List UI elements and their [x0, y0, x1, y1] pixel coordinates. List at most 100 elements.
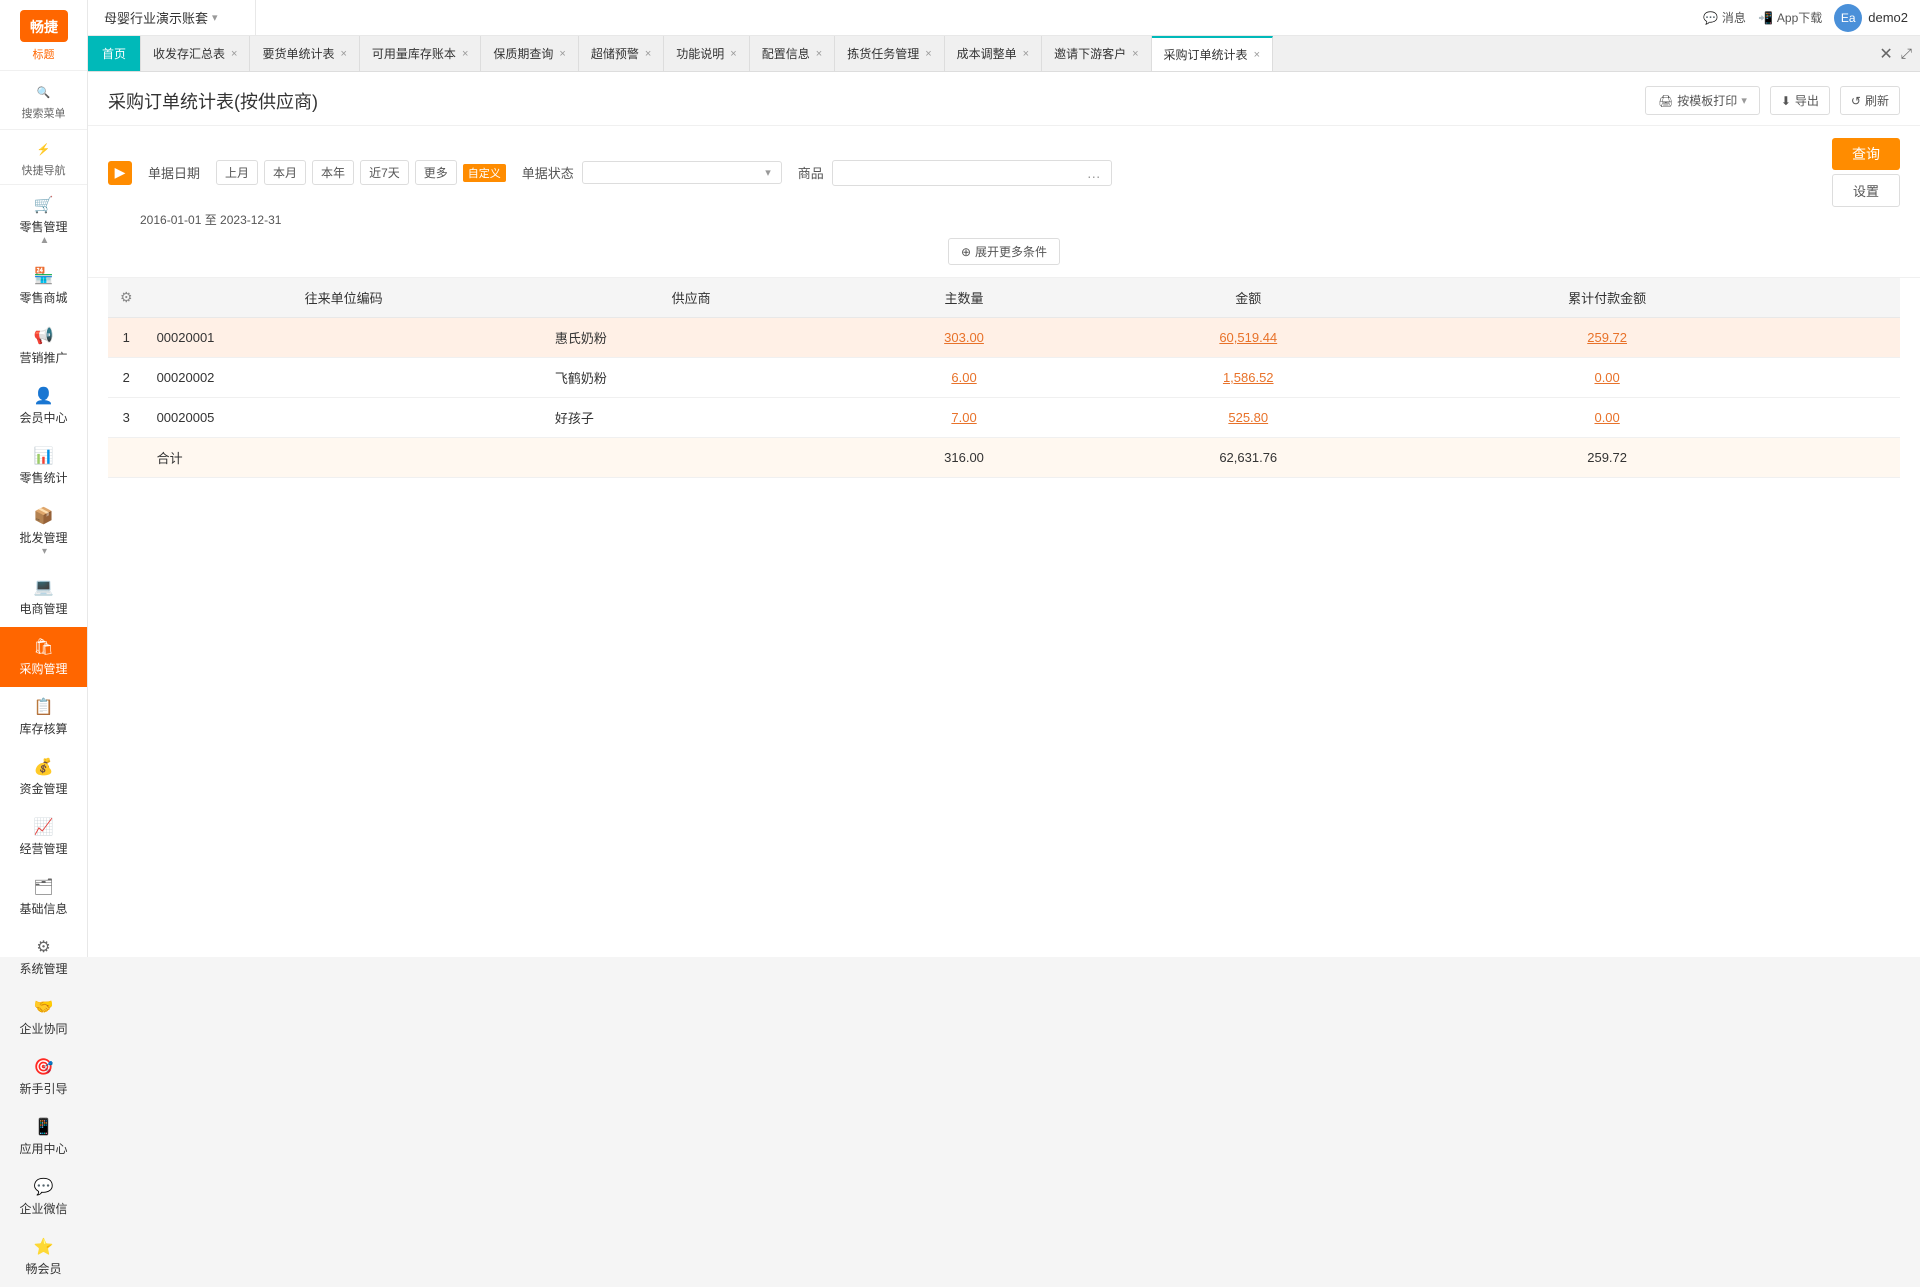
refresh-button[interactable]: ↺ 刷新: [1840, 86, 1900, 115]
sidebar-item-purchase[interactable]: 🛍 采购管理: [0, 627, 87, 687]
td-amount-2[interactable]: 1,586.52: [1089, 358, 1409, 398]
sidebar-item-marketing[interactable]: 📢 营销推广: [0, 316, 87, 376]
svg-text:畅捷: 畅捷: [30, 19, 59, 35]
tab-home[interactable]: 首页: [88, 36, 141, 71]
tab-gongneng-close-icon[interactable]: ×: [730, 48, 736, 60]
tab-chaochuyujing-label: 超储预警: [591, 45, 639, 62]
date-this-year-button[interactable]: 本年: [312, 160, 354, 185]
tabbar-close-icon[interactable]: ✕: [1879, 44, 1892, 64]
goods-input[interactable]: …: [832, 160, 1112, 186]
sidebar-item-members[interactable]: 👤 会员中心: [0, 376, 87, 436]
filter-row: ▶ 单据日期 上月 本月 本年 近7天 更多 自定义 单据状态 ▾: [108, 138, 1900, 207]
settings-icon[interactable]: ⚙: [120, 289, 133, 305]
sidebar-operations-label: 经营管理: [19, 840, 67, 857]
td-qty-3[interactable]: 7.00: [840, 398, 1089, 438]
tab-chengben-close-icon[interactable]: ×: [1023, 48, 1029, 60]
tab-tui-close-icon[interactable]: ×: [925, 48, 931, 60]
query-button[interactable]: 查询: [1832, 138, 1900, 170]
tab-baoyuanqi-label: 保质期查询: [493, 45, 553, 62]
sidebar-item-newguide[interactable]: 🎯 新手引导: [0, 1047, 87, 1107]
sidebar-item-operations[interactable]: 📈 经营管理: [0, 807, 87, 867]
sidebar-item-finance[interactable]: 💰 资金管理: [0, 747, 87, 807]
tab-shoufafah-close-icon[interactable]: ×: [231, 48, 237, 60]
data-table: ⚙ 往来单位编码 供应商 主数量 金额 累计付款金额 1 00020001: [108, 278, 1900, 478]
sidebar-item-search[interactable]: 🔍 搜索菜单: [0, 71, 87, 130]
td-amount-3[interactable]: 525.80: [1089, 398, 1409, 438]
sidebar-item-retailstore[interactable]: 🏪 零售商城: [0, 256, 87, 316]
logo[interactable]: 畅捷 标题: [0, 0, 87, 71]
filter-toggle-button[interactable]: ▶: [108, 161, 132, 185]
date-7days-button[interactable]: 近7天: [360, 160, 409, 185]
message-button[interactable]: 💬 消息: [1703, 9, 1746, 26]
date-more-button[interactable]: 更多: [415, 160, 457, 185]
refresh-label: 刷新: [1865, 92, 1889, 109]
td-qty-1[interactable]: 303.00: [840, 318, 1089, 358]
tab-home-label: 首页: [102, 45, 126, 62]
tab-caigou-close-icon[interactable]: ×: [1254, 49, 1260, 61]
sidebar-item-basic[interactable]: 🗂 基础信息: [0, 867, 87, 927]
td-paid-3[interactable]: 0.00: [1408, 398, 1806, 438]
tab-baoyuanqi[interactable]: 保质期查询 ×: [481, 36, 578, 71]
expand-label: 展开更多条件: [975, 243, 1047, 260]
tab-yaoqingxiayou-close-icon[interactable]: ×: [1132, 48, 1138, 60]
sidebar-item-quicknav[interactable]: ⚡ 快捷导航: [0, 130, 87, 185]
tab-caigou[interactable]: 采购订单统计表 ×: [1152, 36, 1273, 71]
td-num-1: 1: [108, 318, 145, 358]
tab-peizhi-close-icon[interactable]: ×: [816, 48, 822, 60]
sidebar-item-vip[interactable]: ⭐ 畅会员: [0, 1227, 87, 1287]
tab-gongneng[interactable]: 功能说明 ×: [664, 36, 749, 71]
date-this-month-button[interactable]: 本月: [264, 160, 306, 185]
settings-button[interactable]: 设置: [1832, 174, 1900, 207]
goods-more-icon[interactable]: …: [1087, 165, 1101, 181]
custom-date-badge: 自定义: [463, 164, 506, 182]
table-row[interactable]: 2 00020002 飞鹤奶粉 6.00 1,586.52 0.00: [108, 358, 1900, 398]
print-icon: 🖨: [1658, 94, 1673, 108]
tab-yaohuodanjiti-close-icon[interactable]: ×: [340, 48, 346, 60]
table-row[interactable]: 1 00020001 惠氏奶粉 303.00 60,519.44 259.72: [108, 318, 1900, 358]
print-button[interactable]: 🖨 按模板打印 ▾: [1645, 86, 1760, 115]
tab-baoyuanqi-close-icon[interactable]: ×: [559, 48, 565, 60]
tab-chengben[interactable]: 成本调整单 ×: [945, 36, 1042, 71]
td-code-3: 00020005: [145, 398, 543, 438]
tab-yaoqingxiayou[interactable]: 邀请下游客户 ×: [1042, 36, 1151, 71]
tab-shoufafah[interactable]: 收发存汇总表 ×: [141, 36, 250, 71]
app-download-icon: 📲: [1758, 11, 1773, 25]
export-button[interactable]: ⬇ 导出: [1770, 86, 1830, 115]
sidebar-item-appcenter[interactable]: 📱 应用中心: [0, 1107, 87, 1167]
sidebar-basic-label: 基础信息: [19, 900, 67, 917]
sidebar-item-inventory[interactable]: 📋 库存核算: [0, 687, 87, 747]
table-area: ⚙ 往来单位编码 供应商 主数量 金额 累计付款金额 1 00020001: [88, 278, 1920, 957]
tab-keyongliang-close-icon[interactable]: ×: [462, 48, 468, 60]
date-last-month-button[interactable]: 上月: [216, 160, 258, 185]
sidebar-item-ecommerce[interactable]: 💻 电商管理: [0, 567, 87, 627]
app-download-button[interactable]: 📲 App下载: [1758, 9, 1822, 26]
tab-yaohuodanjiti-label: 要货单统计表: [262, 45, 334, 62]
tab-chaochuyujing-close-icon[interactable]: ×: [645, 48, 651, 60]
th-settings[interactable]: ⚙: [108, 278, 145, 318]
td-paid-1[interactable]: 259.72: [1408, 318, 1806, 358]
tab-keyongliang[interactable]: 可用量库存账本 ×: [360, 36, 481, 71]
workspace-selector[interactable]: 母婴行业演示账套 ▾: [96, 0, 256, 35]
tab-tui[interactable]: 拣货任务管理 ×: [835, 36, 944, 71]
sidebar-item-wholesale[interactable]: 📦 批发管理 ▾: [0, 496, 87, 567]
wholesale-arrow-icon: ▾: [42, 546, 47, 557]
tab-chaochuyujing[interactable]: 超储预警 ×: [579, 36, 664, 71]
tabbar-actions: ✕ ⤢: [1879, 44, 1920, 64]
user-profile[interactable]: Ea demo2: [1834, 4, 1908, 32]
tabbar-restore-icon[interactable]: ⤢: [1901, 45, 1912, 62]
sidebar-item-retailstats[interactable]: 📊 零售统计: [0, 436, 87, 496]
sidebar-item-retail[interactable]: 🛒 零售管理 ▲: [0, 185, 87, 256]
sidebar-item-wechat[interactable]: 💬 企业微信: [0, 1167, 87, 1227]
table-row[interactable]: 3 00020005 好孩子 7.00 525.80 0.00: [108, 398, 1900, 438]
tab-yaohuodanjiti[interactable]: 要货单统计表 ×: [250, 36, 359, 71]
tab-peizhi[interactable]: 配置信息 ×: [750, 36, 835, 71]
td-paid-2[interactable]: 0.00: [1408, 358, 1806, 398]
td-amount-1[interactable]: 60,519.44: [1089, 318, 1409, 358]
td-qty-2[interactable]: 6.00: [840, 358, 1089, 398]
expand-button[interactable]: ⊕ 展开更多条件: [948, 238, 1060, 265]
sidebar-item-system[interactable]: ⚙ 系统管理: [0, 927, 87, 987]
status-select[interactable]: ▾: [582, 161, 782, 184]
refresh-icon: ↺: [1851, 94, 1861, 108]
purchase-icon: 🛍: [34, 637, 54, 657]
sidebar-item-enterprise[interactable]: 🤝 企业协同: [0, 987, 87, 1047]
